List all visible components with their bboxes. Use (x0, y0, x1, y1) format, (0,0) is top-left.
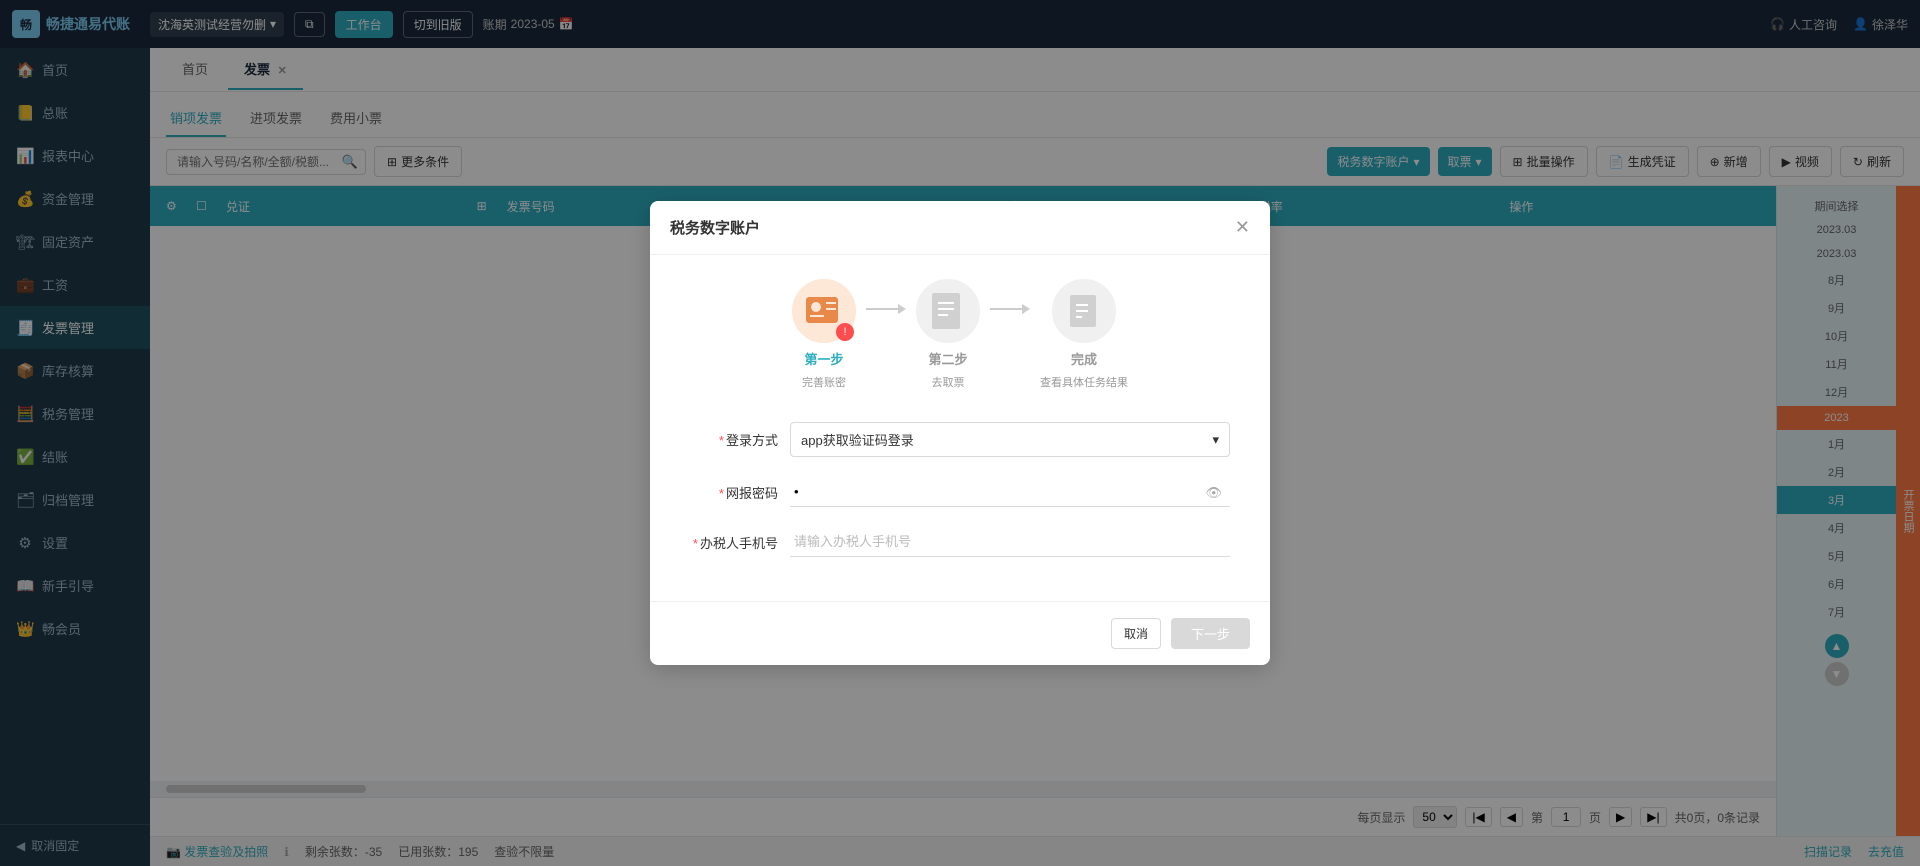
step-1: ! 第一步 完善账密 (792, 279, 856, 390)
step-1-desc: 完善账密 (802, 374, 846, 390)
modal-footer: 取消 下一步 (650, 601, 1270, 665)
password-row: 网报密码 👁 (690, 477, 1230, 507)
step-3-label: 完成 (1071, 349, 1097, 368)
login-method-value: app获取验证码登录 (801, 430, 914, 449)
eye-icon[interactable]: 👁 (1205, 485, 1222, 501)
modal-body: ! 第一步 完善账密 (650, 255, 1270, 601)
login-method-row: 登录方式 app获取验证码登录 ▾ (690, 422, 1230, 457)
step-3: 完成 查看具体任务结果 (1040, 279, 1128, 390)
phone-control (790, 527, 1230, 557)
phone-label: 办税人手机号 (690, 533, 790, 552)
phone-input[interactable] (790, 527, 1230, 557)
exclamation-icon: ! (843, 326, 846, 338)
modal-header: 税务数字账户 ✕ (650, 201, 1270, 255)
password-input[interactable] (790, 477, 1230, 507)
step-2-label: 第二步 (928, 349, 967, 368)
step-1-icon: ! (792, 279, 856, 343)
step-2: 第二步 去取票 (916, 279, 980, 390)
next-button[interactable]: 下一步 (1171, 618, 1250, 649)
cancel-button[interactable]: 取消 (1111, 618, 1161, 649)
step-2-icon (916, 279, 980, 343)
arrow-2 (980, 279, 1040, 319)
step-3-desc: 查看具体任务结果 (1040, 374, 1128, 390)
steps-container: ! 第一步 完善账密 (690, 279, 1230, 390)
modal-title: 税务数字账户 (670, 217, 760, 238)
modal-close-button[interactable]: ✕ (1235, 217, 1250, 238)
phone-row: 办税人手机号 (690, 527, 1230, 557)
step-1-label: 第一步 (804, 349, 843, 368)
chevron-down-icon: ▾ (1212, 432, 1219, 448)
login-method-control: app获取验证码登录 ▾ (790, 422, 1230, 457)
arrow-1 (856, 279, 916, 319)
password-label: 网报密码 (690, 483, 790, 502)
login-method-label: 登录方式 (690, 430, 790, 449)
tax-digital-account-modal: 税务数字账户 ✕ (650, 201, 1270, 665)
step-3-icon (1052, 279, 1116, 343)
password-control: 👁 (790, 477, 1230, 507)
modal-overlay: 税务数字账户 ✕ (0, 0, 1920, 866)
step-1-badge: ! (836, 323, 854, 341)
login-method-select[interactable]: app获取验证码登录 ▾ (790, 422, 1230, 457)
step-2-desc: 去取票 (932, 374, 965, 390)
